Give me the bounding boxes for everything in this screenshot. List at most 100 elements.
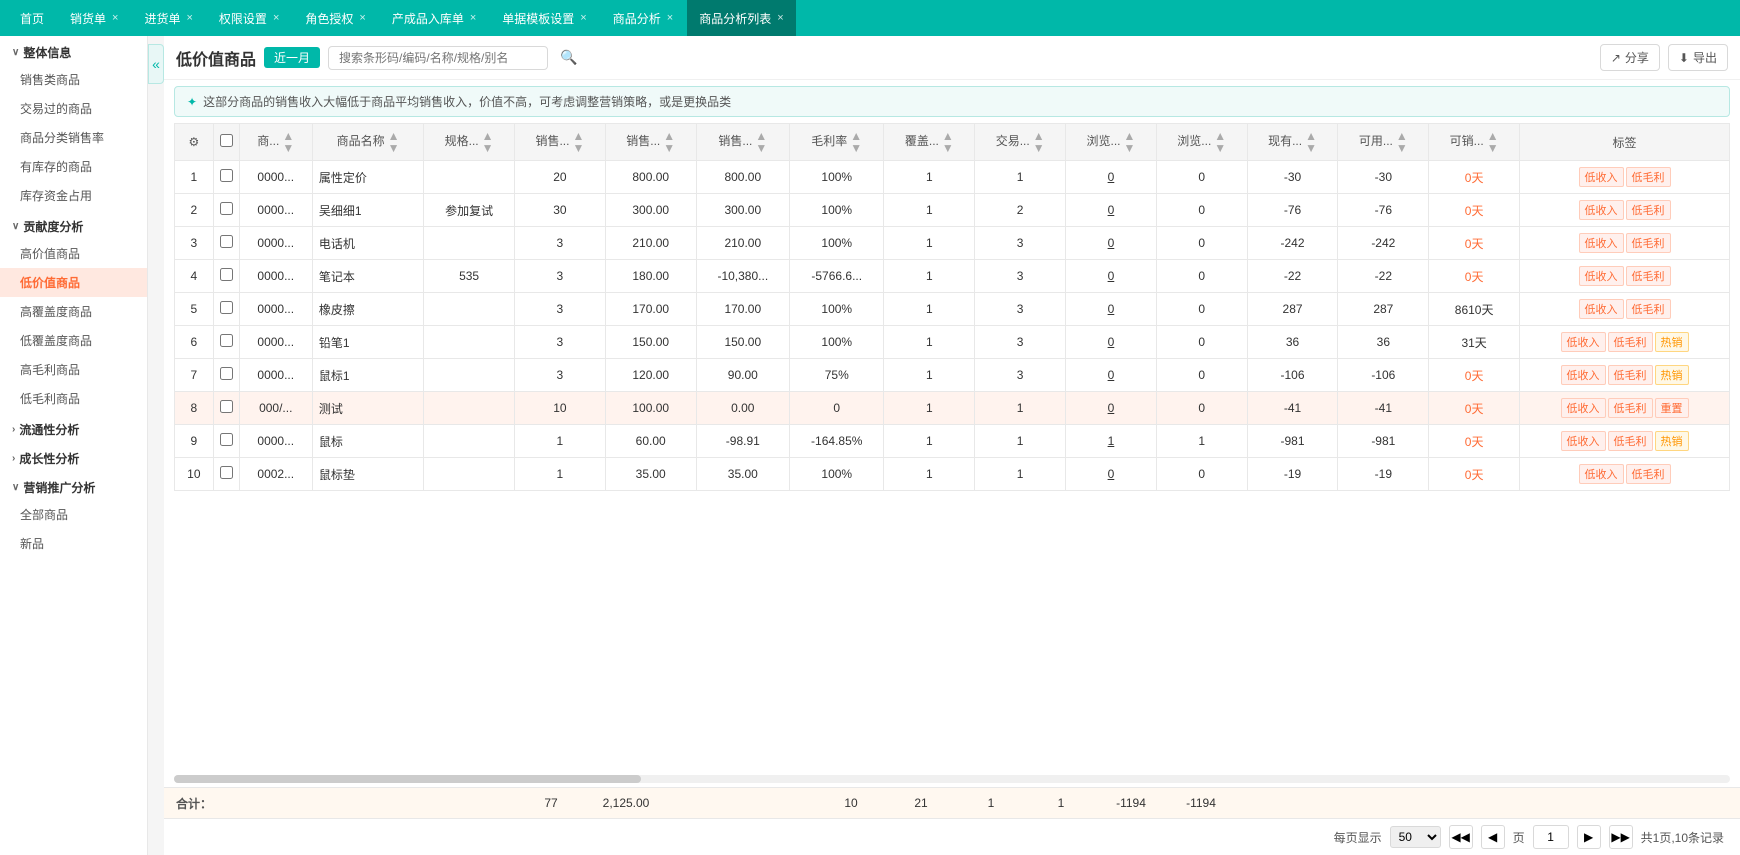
sidebar-item-high-coverage[interactable]: 高覆盖度商品 [0,297,147,326]
nav-purchase-order[interactable]: 进货单 × [132,0,204,36]
nav-product-analysis[interactable]: 商品分析 × [601,0,685,36]
row-name[interactable]: 测试 [312,392,423,425]
row-checkbox-cell[interactable] [213,293,239,326]
row-checkbox[interactable] [220,466,233,479]
row-checkbox-cell[interactable] [213,359,239,392]
next-page-button[interactable]: ▶ [1577,825,1601,849]
browse-link[interactable]: 0 [1108,467,1115,481]
row-checkbox[interactable] [220,367,233,380]
sidebar-item-high-value[interactable]: 高价值商品 [0,239,147,268]
sidebar-item-low-coverage[interactable]: 低覆盖度商品 [0,326,147,355]
row-checkbox-cell[interactable] [213,392,239,425]
sidebar-item-all-products[interactable]: 全部商品 [0,500,147,529]
browse-link[interactable]: 0 [1108,269,1115,283]
close-icon[interactable]: × [112,12,118,24]
browse-link[interactable]: 0 [1108,236,1115,250]
row-checkbox-cell[interactable] [213,161,239,194]
row-checkbox[interactable] [220,169,233,182]
sidebar-group-overall[interactable]: ∨ 整体信息 [0,36,147,65]
th-settings[interactable]: ⚙ [175,124,214,161]
row-checkbox-cell[interactable] [213,260,239,293]
row-checkbox[interactable] [220,268,233,281]
nav-roles[interactable]: 角色授权 × [293,0,377,36]
browse-link[interactable]: 0 [1108,203,1115,217]
row-browse1[interactable]: 0 [1066,161,1157,194]
close-icon[interactable]: × [273,12,279,24]
nav-permissions[interactable]: 权限设置 × [207,0,291,36]
search-icon[interactable]: 🔍 [560,49,577,66]
row-browse1[interactable]: 0 [1066,458,1157,491]
sidebar-item-new-products[interactable]: 新品 [0,529,147,558]
nav-sales-order[interactable]: 销货单 × [58,0,130,36]
nav-product-entry[interactable]: 产成品入库单 × [380,0,488,36]
row-checkbox-cell[interactable] [213,458,239,491]
browse-link[interactable]: 0 [1108,401,1115,415]
row-checkbox[interactable] [220,400,233,413]
row-checkbox[interactable] [220,202,233,215]
row-browse1[interactable]: 0 [1066,359,1157,392]
nav-home[interactable]: 首页 [8,0,56,36]
browse-link[interactable]: 0 [1108,335,1115,349]
sidebar-item-high-margin[interactable]: 高毛利商品 [0,355,147,384]
row-name[interactable]: 吴细细1 [312,194,423,227]
select-all-checkbox[interactable] [220,134,233,147]
close-icon[interactable]: × [359,12,365,24]
row-name[interactable]: 笔记本 [312,260,423,293]
nav-product-analysis-list[interactable]: 商品分析列表 × [687,0,795,36]
nav-template[interactable]: 单据模板设置 × [490,0,598,36]
row-name[interactable]: 鼠标 [312,425,423,458]
browse-link[interactable]: 0 [1108,170,1115,184]
browse-link[interactable]: 1 [1108,434,1115,448]
sidebar-group-marketing[interactable]: ∨ 营销推广分析 [0,471,147,500]
search-input[interactable] [328,46,548,70]
close-icon[interactable]: × [580,12,586,24]
row-name[interactable]: 电话机 [312,227,423,260]
row-browse1[interactable]: 0 [1066,194,1157,227]
row-checkbox[interactable] [220,235,233,248]
row-checkbox[interactable] [220,301,233,314]
close-icon[interactable]: × [777,12,783,24]
horizontal-scrollbar[interactable] [174,775,1730,783]
sidebar-item-low-value[interactable]: 低价值商品 [0,268,147,297]
row-checkbox[interactable] [220,334,233,347]
row-checkbox-cell[interactable] [213,227,239,260]
sidebar-group-liquidity[interactable]: › 流通性分析 [0,413,147,442]
row-browse1[interactable]: 0 [1066,293,1157,326]
sidebar-item-sales-products[interactable]: 销售类商品 [0,65,147,94]
prev-page-button[interactable]: ◀ [1481,825,1505,849]
sidebar-item-in-stock-products[interactable]: 有库存的商品 [0,152,147,181]
row-checkbox-cell[interactable] [213,425,239,458]
sidebar-group-contribution[interactable]: ∨ 贡献度分析 [0,210,147,239]
last-page-button[interactable]: ▶▶ [1609,825,1633,849]
sidebar-collapse-button[interactable]: « [148,44,164,84]
page-number-input[interactable] [1533,825,1569,849]
scrollbar-thumb[interactable] [174,775,641,783]
row-checkbox[interactable] [220,433,233,446]
row-name[interactable]: 橡皮擦 [312,293,423,326]
browse-link[interactable]: 0 [1108,302,1115,316]
sidebar-item-traded-products[interactable]: 交易过的商品 [0,94,147,123]
row-browse1[interactable]: 0 [1066,260,1157,293]
page-size-select[interactable]: 50 100 200 [1390,826,1441,848]
row-browse1[interactable]: 0 [1066,326,1157,359]
row-name[interactable]: 鼠标1 [312,359,423,392]
row-browse1[interactable]: 0 [1066,227,1157,260]
row-name[interactable]: 属性定价 [312,161,423,194]
share-button[interactable]: ↗ 分享 [1600,44,1660,71]
row-name[interactable]: 铅笔1 [312,326,423,359]
close-icon[interactable]: × [186,12,192,24]
close-icon[interactable]: × [470,12,476,24]
export-button[interactable]: ⬇ 导出 [1668,44,1728,71]
first-page-button[interactable]: ◀◀ [1449,825,1473,849]
row-checkbox-cell[interactable] [213,194,239,227]
browse-link[interactable]: 0 [1108,368,1115,382]
close-icon[interactable]: × [667,12,673,24]
row-name[interactable]: 鼠标垫 [312,458,423,491]
row-browse1[interactable]: 1 [1066,425,1157,458]
sidebar-group-growth[interactable]: › 成长性分析 [0,442,147,471]
th-checkbox[interactable] [213,124,239,161]
row-browse1[interactable]: 0 [1066,392,1157,425]
row-checkbox-cell[interactable] [213,326,239,359]
sidebar-item-low-margin[interactable]: 低毛利商品 [0,384,147,413]
filter-tag-month[interactable]: 近一月 [264,47,320,68]
